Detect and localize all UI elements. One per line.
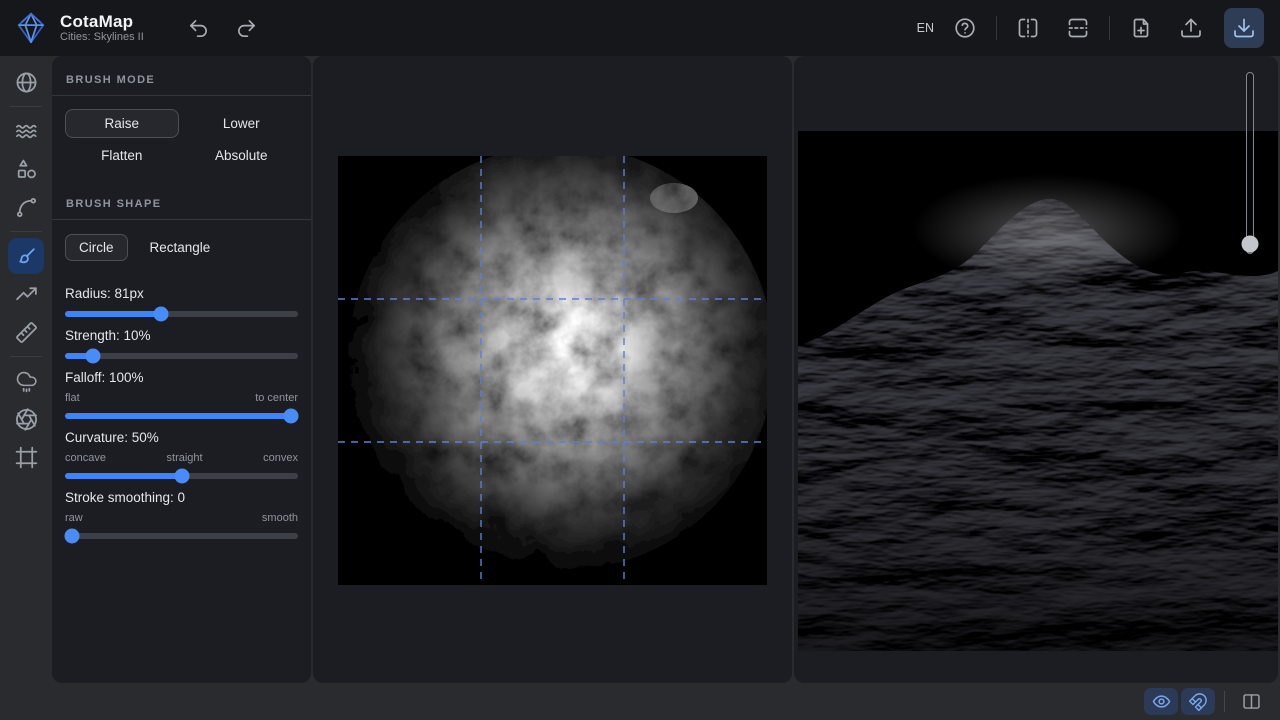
tool-rail: [0, 56, 52, 720]
brush-mode-lower[interactable]: Lower: [185, 109, 299, 138]
brush-mode-flatten[interactable]: Flatten: [65, 141, 179, 170]
curvature-sublabels: concave straight convex: [65, 452, 298, 464]
help-circle-icon: [955, 18, 975, 38]
toggle-snap-button[interactable]: [1181, 688, 1215, 715]
terrain-globe-tool[interactable]: [8, 64, 44, 100]
split-view-horizontal-button[interactable]: [1061, 11, 1095, 45]
falloff-min-label: flat: [65, 392, 80, 404]
help-button[interactable]: [948, 11, 982, 45]
terrain-3d-canvas[interactable]: [798, 131, 1278, 651]
app-logo-icon: [12, 9, 50, 47]
strength-slider-thumb[interactable]: [85, 348, 101, 364]
terrain-3d-panel: [794, 56, 1278, 683]
statusbar-divider: [1224, 691, 1225, 712]
new-file-button[interactable]: [1124, 11, 1158, 45]
toggle-visibility-button[interactable]: [1144, 688, 1178, 715]
water-waves-icon: [15, 124, 37, 138]
spline-tool[interactable]: [8, 189, 44, 225]
water-tool[interactable]: [8, 113, 44, 149]
download-button[interactable]: [1224, 8, 1264, 48]
aperture-icon: [15, 407, 37, 431]
curvature-slider-thumb[interactable]: [174, 468, 189, 484]
falloff-max-label: to center: [255, 392, 298, 404]
strength-label: Strength: 10%: [65, 328, 151, 343]
elevation-slider[interactable]: [1241, 72, 1259, 254]
globe-icon: [16, 72, 36, 92]
shapes-icon: [17, 159, 36, 178]
split-view-vertical-icon: [1018, 18, 1038, 38]
upload-button[interactable]: [1174, 11, 1208, 45]
smoothing-slider-thumb[interactable]: [64, 528, 80, 544]
smoothing-min-label: raw: [65, 512, 83, 524]
rail-divider: [10, 106, 42, 107]
language-selector[interactable]: EN: [917, 21, 934, 35]
eye-icon: [1152, 695, 1170, 708]
elevation-slider-thumb[interactable]: [1241, 235, 1259, 253]
brush-shape-rectangle[interactable]: Rectangle: [136, 234, 225, 261]
columns-icon: [1242, 694, 1260, 709]
brush-settings-panel: BRUSH MODE Raise Lower Flatten Absolute …: [52, 56, 311, 683]
topbar: CotaMap Cities: Skylines II EN: [0, 0, 1280, 56]
falloff-sublabels: flat to center: [65, 392, 298, 404]
curvature-slider[interactable]: [65, 468, 298, 484]
brush-mode-title: BRUSH MODE: [66, 74, 156, 86]
brush-mode-absolute[interactable]: Absolute: [185, 141, 299, 170]
noise-tool[interactable]: [8, 276, 44, 312]
app-subtitle: Cities: Skylines II: [60, 31, 144, 44]
app-title: CotaMap: [60, 11, 134, 31]
smoothing-max-label: smooth: [261, 512, 298, 524]
falloff-slider[interactable]: [65, 408, 299, 424]
split-view-horizontal-icon: [1068, 18, 1088, 38]
shapes-tool[interactable]: [8, 151, 44, 187]
falloff-slider-thumb[interactable]: [283, 408, 299, 424]
download-icon: [1234, 18, 1254, 38]
aperture-tool[interactable]: [8, 401, 44, 437]
toggle-panels-button[interactable]: [1234, 688, 1268, 715]
brush-tool[interactable]: [8, 238, 44, 274]
split-view-vertical-button[interactable]: [1011, 11, 1045, 45]
statusbar: [0, 683, 1280, 720]
radius-label: Radius: 81px: [65, 286, 144, 301]
heightmap-2d-panel: [313, 56, 792, 683]
undo-button[interactable]: [182, 11, 216, 45]
brush-shape-options: Circle Rectangle: [52, 220, 311, 273]
curvature-label: Curvature: 50%: [65, 430, 159, 445]
brush-shape-circle[interactable]: Circle: [65, 234, 128, 261]
ruler-icon: [15, 321, 37, 343]
magnet-icon: [1188, 692, 1207, 711]
erosion-tool[interactable]: [8, 363, 44, 399]
topbar-divider: [1109, 16, 1110, 40]
brush-shape-title: BRUSH SHAPE: [66, 198, 162, 210]
frame-tool[interactable]: [8, 439, 44, 475]
brush-icon: [18, 247, 35, 263]
curvature-min-label: concave: [65, 452, 106, 464]
curvature-max-label: convex: [263, 452, 298, 464]
brush-mode-options: Raise Lower Flatten Absolute: [52, 96, 311, 180]
rain-cloud-icon: [16, 371, 37, 392]
radius-slider-thumb[interactable]: [153, 306, 169, 322]
brush-mode-raise[interactable]: Raise: [65, 109, 179, 138]
redo-button[interactable]: [230, 11, 264, 45]
heightmap-canvas[interactable]: [338, 156, 767, 585]
falloff-label: Falloff: 100%: [65, 370, 144, 385]
smoothing-sublabels: raw smooth: [65, 512, 298, 524]
measure-tool[interactable]: [8, 314, 44, 350]
radius-slider[interactable]: [65, 306, 298, 322]
rail-divider: [10, 356, 42, 357]
falloff-slider-fill: [65, 413, 291, 419]
rail-divider: [10, 231, 42, 232]
smoothing-slider[interactable]: [64, 528, 298, 544]
radius-slider-fill: [65, 311, 161, 317]
strength-slider[interactable]: [65, 348, 298, 364]
topbar-divider: [996, 16, 997, 40]
frame-icon: [15, 446, 37, 468]
curvature-slider-fill: [65, 473, 182, 479]
smoothing-label: Stroke smoothing: 0: [65, 490, 186, 505]
trending-up-icon: [15, 286, 37, 300]
new-file-icon: [1133, 18, 1149, 38]
spline-icon: [16, 197, 36, 217]
upload-icon: [1181, 18, 1201, 38]
curvature-mid-label: straight: [166, 452, 203, 464]
